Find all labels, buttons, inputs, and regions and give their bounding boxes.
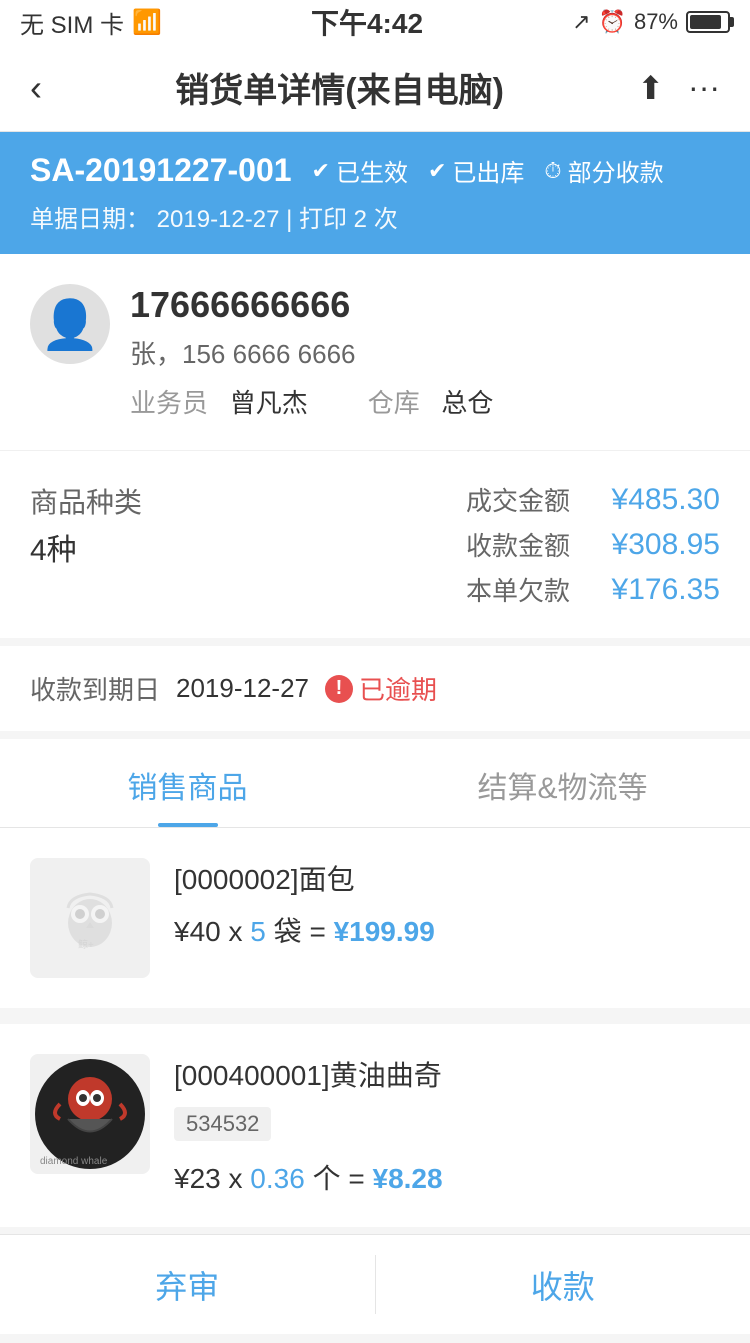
product-thumb-1: 鲸+ (30, 858, 150, 978)
collected-label: 收款金额 (466, 526, 570, 563)
due-date-value: 2019-12-27 (176, 673, 309, 704)
battery-text: 87% (634, 9, 678, 35)
overdue-icon: ! (325, 675, 353, 703)
nav-bar: ‹ 销货单详情(来自电脑) ⬆ ··· (0, 44, 750, 132)
product-unit-1: 袋 (274, 916, 302, 947)
badge-partial: ⏱ 部分收款 (544, 153, 663, 188)
tab-settlement[interactable]: 结算&物流等 (375, 739, 750, 827)
product-info-1: [0000002]面包 ¥40 x 5 袋 = ¥199.99 (174, 858, 720, 950)
tab-settlement-label: 结算&物流等 (477, 772, 647, 805)
product-total-1: ¥199.99 (334, 916, 435, 947)
check-icon-2: ✔ (428, 158, 446, 184)
product-name-1: [0000002]面包 (174, 858, 720, 898)
sales-value: 曾凡杰 (230, 388, 308, 418)
svg-text:diamond whale: diamond whale (40, 1156, 108, 1167)
avatar: 👤 (30, 284, 110, 364)
order-date-info: 单据日期： 2019-12-27 | 打印 2 次 (30, 199, 720, 234)
due-date-section: 收款到期日 2019-12-27 ! 已逾期 (0, 646, 750, 739)
alarm-icon: ⏰ (599, 9, 626, 35)
order-header-banner: SA-20191227-001 ✔ 已生效 ✔ 已出库 ⏱ 部分收款 单据日期：… (0, 132, 750, 254)
check-icon-1: ✔ (312, 158, 330, 184)
share-icon[interactable]: ⬆ (637, 69, 664, 107)
deal-value: ¥485.30 (590, 483, 720, 517)
customer-name: 17666666666 (130, 284, 720, 326)
product-name-2: [000400001]黄油曲奇 (174, 1054, 720, 1094)
product-count: 商品种类 4种 (30, 481, 142, 569)
status-right: ↗ ⏰ 87% (572, 9, 730, 35)
deal-amount-row: 成交金额 ¥485.30 (466, 481, 720, 518)
product-price-1: ¥40 x 5 袋 = ¥199.99 (174, 910, 720, 950)
user-icon: 👤 (40, 296, 100, 353)
page-title: 销货单详情(来自电脑) (175, 63, 504, 112)
bottom-bar: 弃审 收款 (0, 1234, 750, 1334)
product-card-1: 鲸+ [0000002]面包 ¥40 x 5 袋 = ¥199.99 (0, 828, 750, 1008)
product-unit-price-2: ¥23 (174, 1163, 221, 1194)
warehouse-meta: 仓库 总仓 (368, 383, 494, 420)
product-unit-2: 个 (313, 1163, 341, 1194)
tab-products-label: 销售商品 (128, 772, 248, 805)
badge-effective: ✔ 已生效 (312, 153, 408, 188)
collected-amount-row: 收款金额 ¥308.95 (466, 526, 720, 563)
product-sku-2: 534532 (174, 1107, 271, 1141)
nav-actions: ⬆ ··· (637, 69, 720, 107)
overdue-text: 已逾期 (359, 670, 437, 707)
cancel-button[interactable]: 弃审 (0, 1235, 375, 1334)
location-icon: ↗ (572, 9, 590, 35)
product-unit-price-1: ¥40 (174, 916, 221, 947)
tab-products[interactable]: 销售商品 (0, 739, 375, 827)
warehouse-label: 仓库 (368, 388, 420, 418)
products-list: 鲸+ [0000002]面包 ¥40 x 5 袋 = ¥199.99 (0, 828, 750, 1227)
product-price-2: ¥23 x 0.36 个 = ¥8.28 (174, 1157, 720, 1197)
product-type-label: 商品种类 (30, 481, 142, 521)
badge-shipped: ✔ 已出库 (428, 153, 524, 188)
customer-section: 👤 17666666666 张，156 6666 6666 业务员 曾凡杰 仓库… (0, 254, 750, 451)
customer-meta: 业务员 曾凡杰 仓库 总仓 (130, 383, 720, 420)
status-bar: 无 SIM 卡 📶 下午4:42 ↗ ⏰ 87% (0, 0, 750, 44)
customer-phone: 张，156 6666 6666 (130, 334, 720, 371)
deal-label: 成交金额 (466, 481, 570, 518)
owed-value: ¥176.35 (590, 573, 720, 607)
product-info-2: [000400001]黄油曲奇 534532 ¥23 x 0.36 个 = ¥8… (174, 1054, 720, 1197)
back-button[interactable]: ‹ (30, 67, 42, 109)
customer-info: 17666666666 张，156 6666 6666 业务员 曾凡杰 仓库 总… (130, 284, 720, 420)
banner-top: SA-20191227-001 ✔ 已生效 ✔ 已出库 ⏱ 部分收款 (30, 152, 720, 189)
status-left: 无 SIM 卡 📶 (20, 5, 162, 40)
wifi-icon: 📶 (132, 8, 162, 37)
tab-bar: 销售商品 结算&物流等 (0, 739, 750, 828)
carrier-text: 无 SIM 卡 (20, 5, 124, 40)
order-id: SA-20191227-001 (30, 152, 292, 189)
product-qty-1: 5 (250, 916, 266, 947)
status-time: 下午4:42 (311, 2, 423, 42)
product-total-2: ¥8.28 (373, 1163, 443, 1194)
owed-label: 本单欠款 (466, 571, 570, 608)
sales-meta: 业务员 曾凡杰 (130, 383, 308, 420)
confirm-button[interactable]: 收款 (376, 1235, 750, 1334)
sales-label: 业务员 (130, 388, 208, 418)
owed-amount-row: 本单欠款 ¥176.35 (466, 571, 720, 608)
overdue-badge: ! 已逾期 (325, 670, 437, 707)
svg-text:鲸+: 鲸+ (78, 938, 94, 951)
more-icon[interactable]: ··· (688, 69, 720, 106)
product-image-placeholder-1: 鲸+ (50, 878, 130, 958)
collected-value: ¥308.95 (590, 528, 720, 562)
product-thumb-2: diamond whale (30, 1054, 150, 1174)
product-type-count: 4种 (30, 525, 142, 569)
due-date-label: 收款到期日 (30, 670, 160, 707)
warehouse-value: 总仓 (441, 388, 493, 418)
product-image-2: diamond whale (30, 1054, 150, 1174)
clock-icon: ⏱ (544, 158, 561, 184)
amount-stats: 成交金额 ¥485.30 收款金额 ¥308.95 本单欠款 ¥176.35 (466, 481, 720, 608)
stats-section: 商品种类 4种 成交金额 ¥485.30 收款金额 ¥308.95 本单欠款 ¥… (0, 451, 750, 646)
battery-fill (690, 15, 721, 29)
product-card-2: diamond whale [000400001]黄油曲奇 534532 ¥23… (0, 1024, 750, 1227)
product-qty-2: 0.36 (250, 1163, 305, 1194)
battery-icon (686, 11, 730, 33)
